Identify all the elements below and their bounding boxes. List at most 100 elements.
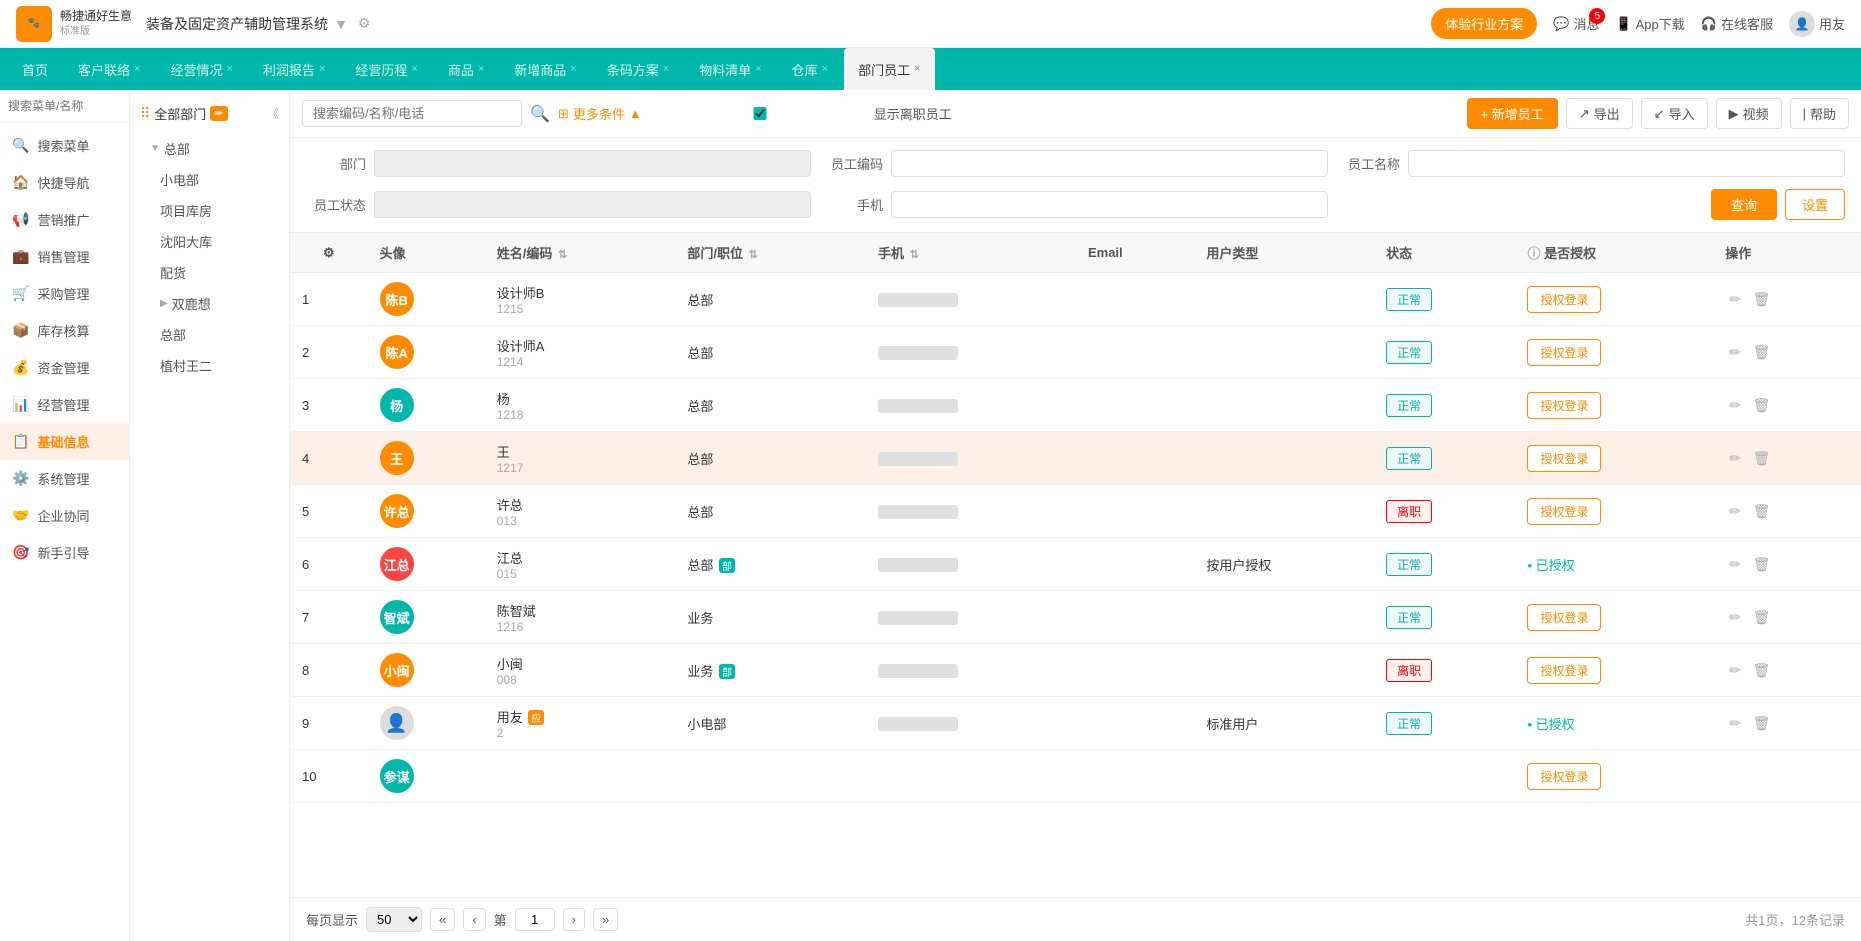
edit-button[interactable]: ✏ [1725,448,1745,469]
sidebar-item-system[interactable]: ⚙️ 系统管理 [0,460,129,497]
tab-journey[interactable]: 经营历程 × [341,48,431,90]
gear-icon[interactable]: ⚙ [358,15,371,32]
auth-login-button[interactable]: 授权登录 [1527,286,1601,313]
message-btn[interactable]: 💬 消息 5 [1553,14,1599,33]
dept-tag-btn[interactable]: ✏ [210,106,227,121]
sidebar-item-sales[interactable]: 💼 销售管理 [0,238,129,275]
sidebar-item-search[interactable]: 🔍 搜索菜单 [0,127,129,164]
tab-bom[interactable]: 物料清单 × [685,48,775,90]
set-button[interactable]: 设置 [1785,189,1845,220]
dept-node-zongbu[interactable]: 总部 [130,319,289,350]
dept-node-xiaodian[interactable]: 小电部 [130,164,289,195]
dept-select[interactable] [374,150,811,177]
import-button[interactable]: ↙ 导入 [1641,98,1708,129]
tab-warehouse[interactable]: 仓库 × [778,48,842,90]
delete-button[interactable]: 🗑 [1749,289,1775,310]
search-button[interactable]: 🔍 [530,104,550,124]
collapse-btn[interactable]: 《 [267,105,279,122]
sidebar-item-stock[interactable]: 📦 库存核算 [0,312,129,349]
edit-button[interactable]: ✏ [1725,395,1745,416]
sidebar-item-purchase[interactable]: 🛒 采购管理 [0,275,129,312]
dept-node-shenyang[interactable]: 沈阳大库 [130,226,289,257]
tab-goods[interactable]: 商品 × [434,48,498,90]
tab-customer[interactable]: 客户联络 × [64,48,154,90]
dept-node-project[interactable]: 项目库房 [130,195,289,226]
close-icon[interactable]: × [319,63,325,75]
first-page-btn[interactable]: « [430,908,455,931]
per-page-select[interactable]: 50 10 20 100 [366,907,422,932]
sidebar-item-basic[interactable]: 📋 基础信息 [0,423,129,460]
close-icon[interactable]: × [570,63,576,75]
close-icon[interactable]: × [755,63,761,75]
auth-login-button[interactable]: 授权登录 [1527,392,1601,419]
view-button[interactable]: ▶ 视频 [1716,98,1782,129]
col-dept[interactable]: 部门/职位 ⇅ [675,233,866,273]
page-input[interactable] [515,908,555,931]
auth-login-button[interactable]: 授权登录 [1527,763,1601,790]
edit-button[interactable]: ✏ [1725,342,1745,363]
delete-button[interactable]: 🗑 [1749,448,1775,469]
col-phone[interactable]: 手机 ⇅ [866,233,1076,273]
col-name[interactable]: 姓名/编码 ⇅ [485,233,676,273]
tab-barcode[interactable]: 条码方案 × [593,48,683,90]
auth-login-button[interactable]: 授权登录 [1527,445,1601,472]
edit-button[interactable]: ✏ [1725,713,1745,734]
emp-status-select[interactable] [374,191,811,218]
add-employee-button[interactable]: + 新增员工 [1467,98,1558,129]
tab-operation[interactable]: 经营情况 × [156,48,246,90]
prev-page-btn[interactable]: ‹ [463,908,485,931]
dept-node-shuanglu[interactable]: ▶ 双鹿想 [130,288,289,319]
emp-name-input[interactable] [1408,150,1845,177]
sidebar-search-input[interactable] [8,99,130,113]
more-filter-btn[interactable]: ⊞ 更多条件 ▲ [558,104,642,123]
delete-button[interactable]: 🗑 [1749,660,1775,681]
last-page-btn[interactable]: » [593,908,618,931]
dept-node-root[interactable]: ▼ 总部 [130,133,289,164]
sidebar-item-finance[interactable]: 💰 资金管理 [0,349,129,386]
online-service-btn[interactable]: 🎧 在线客服 [1701,14,1773,33]
help-button[interactable]: | 帮助 [1790,98,1849,129]
auth-login-button[interactable]: 授权登录 [1527,657,1601,684]
emp-code-input[interactable] [891,150,1328,177]
sidebar-item-nav[interactable]: 🏠 快捷导航 [0,164,129,201]
edit-button[interactable]: ✏ [1725,607,1745,628]
experience-button[interactable]: 体验行业方案 [1431,8,1537,39]
delete-button[interactable]: 🗑 [1749,713,1775,734]
next-page-btn[interactable]: › [563,908,585,931]
delete-button[interactable]: 🗑 [1749,554,1775,575]
close-icon[interactable]: × [914,63,920,75]
dropdown-icon[interactable]: ▼ [334,16,348,32]
close-icon[interactable]: × [134,63,140,75]
close-icon[interactable]: × [411,63,417,75]
delete-button[interactable]: 🗑 [1749,395,1775,416]
dept-node-zhicun[interactable]: 植村王二 [130,350,289,381]
tab-dept-employee[interactable]: 部门员工 × [844,48,934,90]
close-icon[interactable]: × [663,63,669,75]
sidebar-item-collab[interactable]: 🤝 企业协同 [0,497,129,534]
col-gear[interactable]: ⚙ [290,233,368,273]
auth-login-button[interactable]: 授权登录 [1527,339,1601,366]
sidebar-item-management[interactable]: 📊 经营管理 [0,386,129,423]
auth-login-button[interactable]: 授权登录 [1527,604,1601,631]
search-input[interactable] [302,100,522,127]
phone-input[interactable] [891,191,1328,218]
close-icon[interactable]: × [822,63,828,75]
app-download-btn[interactable]: 📱 App下载 [1615,14,1684,33]
edit-button[interactable]: ✏ [1725,501,1745,522]
edit-button[interactable]: ✏ [1725,554,1745,575]
tab-profit[interactable]: 利润报告 × [249,48,339,90]
close-icon[interactable]: × [226,63,232,75]
export-button[interactable]: ↗ 导出 [1566,98,1633,129]
close-icon[interactable]: × [478,63,484,75]
auth-login-button[interactable]: 授权登录 [1527,498,1601,525]
sidebar-item-marketing[interactable]: 📢 营销推广 [0,201,129,238]
show-resign-checkbox[interactable] [650,107,870,120]
tab-home[interactable]: 首页 [8,48,62,90]
edit-button[interactable]: ✏ [1725,660,1745,681]
delete-button[interactable]: 🗑 [1749,501,1775,522]
query-button[interactable]: 查询 [1711,189,1777,220]
delete-button[interactable]: 🗑 [1749,342,1775,363]
edit-button[interactable]: ✏ [1725,289,1745,310]
tab-add-goods[interactable]: 新增商品 × [500,48,590,90]
dept-node-peihuo[interactable]: 配货 [130,257,289,288]
